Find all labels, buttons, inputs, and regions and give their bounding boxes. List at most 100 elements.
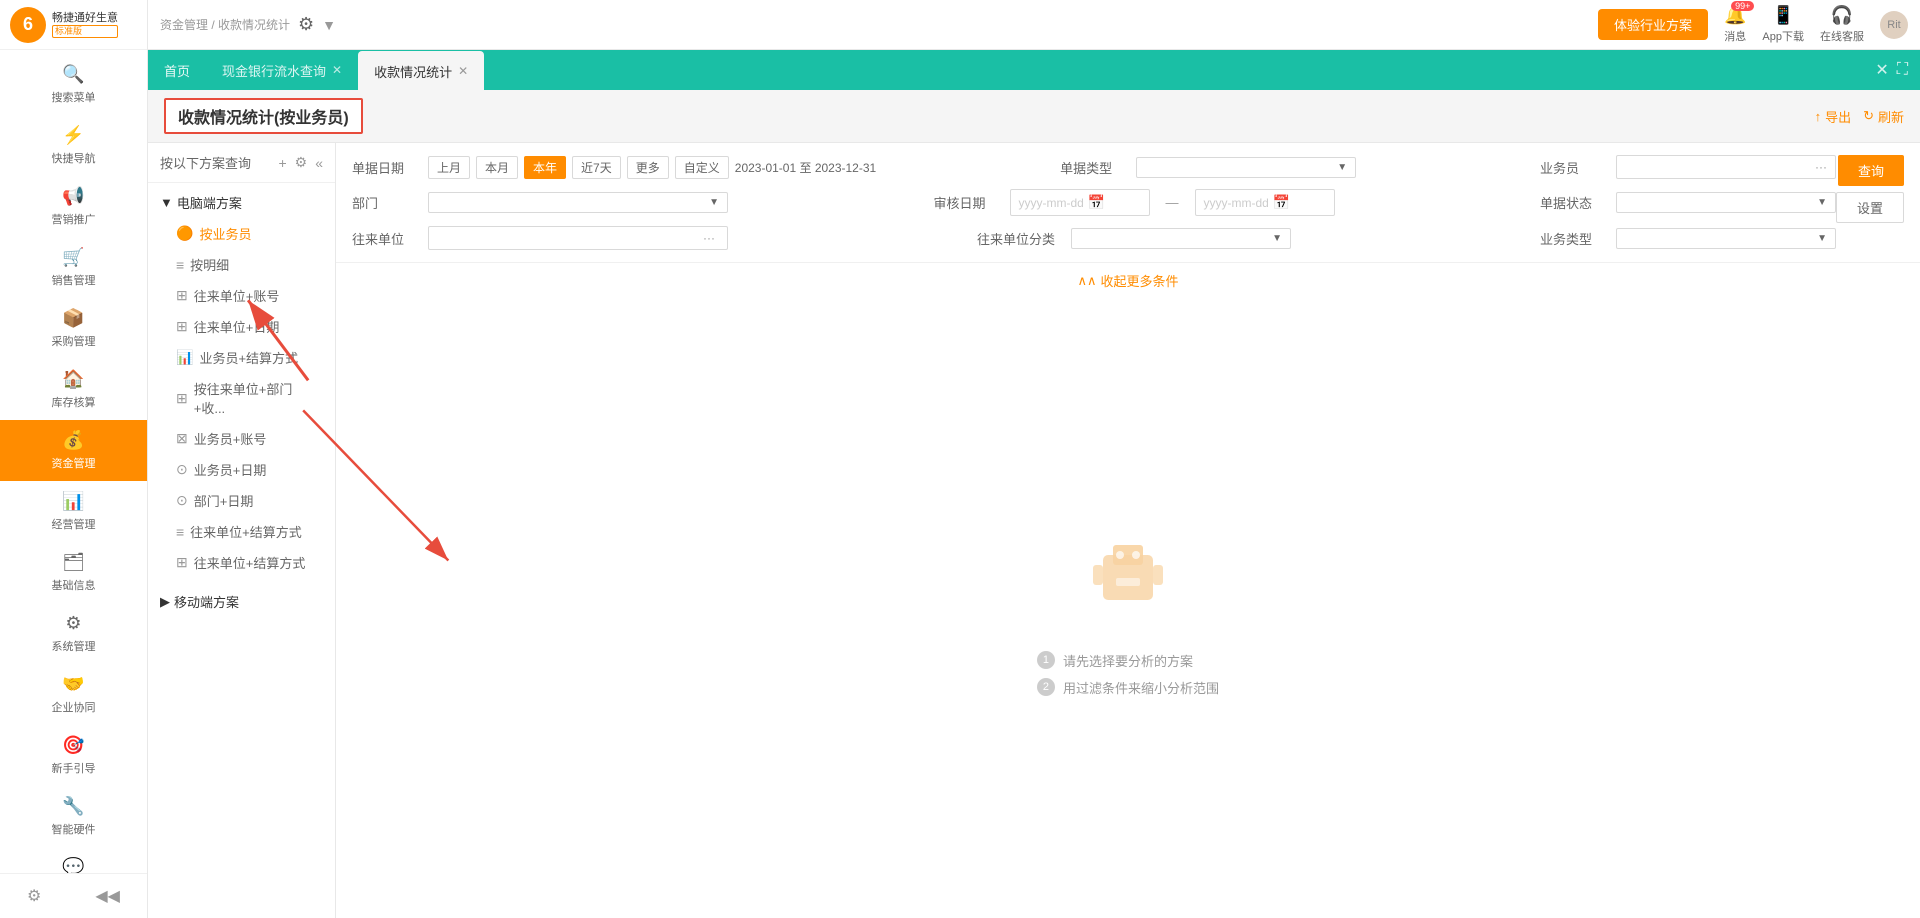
scheme-panel-actions: + ⚙ «: [278, 154, 323, 171]
app-download-btn[interactable]: 📱 App下载: [1762, 5, 1804, 44]
scheme-item-dept-date[interactable]: ⊙ 部门+日期: [148, 485, 335, 516]
user-avatar[interactable]: Rit: [1880, 11, 1908, 39]
scheme-item-salesman-settlement[interactable]: 📊 业务员+结算方式: [148, 342, 335, 373]
biz-type-select[interactable]: ▼: [1616, 228, 1836, 249]
tab-collection-close[interactable]: ✕: [458, 64, 468, 78]
doc-type-select[interactable]: ▼: [1136, 157, 1356, 178]
scheme-group-mobile-header[interactable]: ▶ 移动端方案: [148, 586, 335, 617]
sidebar-item-operations[interactable]: 📊 经营管理: [0, 481, 147, 542]
collapse-more-btn[interactable]: ∧∧ 收起更多条件: [1069, 263, 1186, 298]
scheme-item-partner-settlement2[interactable]: ⊞ 往来单位+结算方式: [148, 547, 335, 578]
sales-icon: 🛒: [62, 247, 84, 268]
scheme-panel: 按以下方案查询 + ⚙ « ▼ 电脑端方案: [148, 143, 336, 918]
salesman-select[interactable]: ···: [1616, 155, 1836, 179]
date-btn-last-month[interactable]: 上月: [428, 156, 470, 179]
partner-select[interactable]: ···: [428, 226, 728, 250]
scheme-salesman-account-icon: ⊠: [176, 430, 188, 447]
audit-to-calendar-icon[interactable]: 📅: [1273, 194, 1290, 211]
scheme-item-partner-settlement1[interactable]: ≡ 往来单位+结算方式: [148, 516, 335, 547]
collapse-chevron-icon: ∧∧: [1077, 273, 1096, 289]
empty-state-illustration: [1078, 520, 1178, 635]
scheme-item-partner-date[interactable]: ⊞ 往来单位+日期: [148, 311, 335, 342]
date-btn-this-month[interactable]: 本月: [476, 156, 518, 179]
sidebar-item-guide[interactable]: 🎯 新手引导: [0, 725, 147, 786]
scheme-item-salesman-date[interactable]: ⊙ 业务员+日期: [148, 454, 335, 485]
operations-icon: 📊: [62, 491, 84, 512]
filter-top-row: 单据日期 上月 本月 本年 近7天 更多 自定义 2023-01-01 至 20…: [352, 155, 1904, 250]
tab-bank[interactable]: 现金银行流水查询 ✕: [206, 50, 358, 90]
scheme-add-btn[interactable]: +: [278, 155, 286, 171]
scheme-salesman-date-icon: ⊙: [176, 461, 188, 478]
date-btn-this-year[interactable]: 本年: [524, 156, 566, 179]
sidebar-item-inventory[interactable]: 🏠 库存核算: [0, 359, 147, 420]
sidebar-item-sales[interactable]: 🛒 销售管理: [0, 237, 147, 298]
page-header-actions: ↑ 导出 ↻ 刷新: [1815, 107, 1904, 126]
scheme-item-by-salesman[interactable]: 🟠 按业务员: [148, 218, 335, 249]
page-title: 收款情况统计(按业务员): [178, 110, 349, 127]
tab-collection[interactable]: 收款情况统计 ✕: [358, 51, 484, 91]
partner-category-select[interactable]: ▼: [1071, 228, 1291, 249]
trial-btn[interactable]: 体验行业方案: [1598, 9, 1708, 40]
sidebar-item-marketing[interactable]: 📢 营销推广: [0, 176, 147, 237]
online-service-btn[interactable]: 🎧 在线客服: [1820, 5, 1864, 44]
scheme-settings-btn[interactable]: ⚙: [295, 154, 308, 171]
sidebar-item-quicknav[interactable]: ⚡ 快捷导航: [0, 115, 147, 176]
download-icon: 📱: [1772, 5, 1794, 26]
sidebar-settings-btn[interactable]: ⚙: [23, 882, 45, 910]
scheme-item-by-detail[interactable]: ≡ 按明细: [148, 249, 335, 280]
doc-type-chevron-icon: ▼: [1337, 162, 1347, 173]
collapse-row: ∧∧ 收起更多条件: [336, 262, 1920, 298]
audit-from-calendar-icon[interactable]: 📅: [1088, 194, 1105, 211]
scheme-collapse-btn[interactable]: «: [315, 155, 323, 171]
sidebar-item-search[interactable]: 🔍 搜索菜单: [0, 54, 147, 115]
date-btn-7days[interactable]: 近7天: [572, 156, 621, 179]
tab-home[interactable]: 首页: [148, 50, 206, 90]
audit-date-to[interactable]: yyyy-mm-dd 📅: [1195, 189, 1335, 216]
sidebar-item-system[interactable]: ⚙ 系统管理: [0, 603, 147, 664]
salesman-label: 业务员: [1540, 158, 1600, 177]
date-btn-custom[interactable]: 自定义: [675, 156, 729, 179]
audit-date-from[interactable]: yyyy-mm-dd 📅: [1010, 189, 1150, 216]
filter-row-3: 往来单位 ··· 往来单位分类 ▼: [352, 226, 1836, 250]
topbar-dropdown-btn[interactable]: ▼: [322, 17, 336, 33]
refresh-btn[interactable]: ↻ 刷新: [1863, 107, 1904, 126]
sidebar-item-basicinfo[interactable]: 🗂 基础信息: [0, 542, 147, 603]
topbar-gear-btn[interactable]: ⚙: [298, 14, 314, 35]
marketing-icon: 📢: [62, 186, 84, 207]
date-btn-more[interactable]: 更多: [627, 156, 669, 179]
sidebar-item-hardware[interactable]: 🔧 智能硬件: [0, 786, 147, 847]
tab-fullscreen-btn[interactable]: ⛶: [1897, 61, 1908, 79]
sidebar-item-finance[interactable]: 💰 资金管理: [0, 420, 147, 481]
empty-state: 1 请先选择要分析的方案 2 用过滤条件来缩小分析范围: [336, 298, 1920, 918]
partner-more-icon[interactable]: ···: [703, 231, 715, 245]
scheme-item-partner-account[interactable]: ⊞ 往来单位+账号: [148, 280, 335, 311]
dept-select[interactable]: ▼: [428, 192, 728, 213]
scheme-partner-settlement1-icon: ≡: [176, 524, 184, 540]
sidebar-collapse-btn[interactable]: ◀◀: [91, 882, 124, 910]
filter-settings-btn[interactable]: 设置: [1836, 192, 1904, 223]
split-layout: 按以下方案查询 + ⚙ « ▼ 电脑端方案: [148, 143, 1920, 918]
system-icon: ⚙: [65, 613, 81, 634]
scheme-group-desktop-header[interactable]: ▼ 电脑端方案: [148, 187, 335, 218]
query-btn[interactable]: 查询: [1838, 155, 1904, 186]
scheme-salesman-settlement-icon: 📊: [176, 349, 193, 366]
scheme-item-salesman-account[interactable]: ⊠ 业务员+账号: [148, 423, 335, 454]
doc-status-select[interactable]: ▼: [1616, 192, 1836, 213]
partner-category-chevron-icon: ▼: [1272, 233, 1282, 244]
sidebar-item-wechat[interactable]: 💬 企业微信: [0, 847, 147, 873]
export-icon: ↑: [1815, 109, 1822, 124]
tab-bar: 首页 现金银行流水查询 ✕ 收款情况统计 ✕ ✕ ⛶: [148, 50, 1920, 90]
export-btn[interactable]: ↑ 导出: [1815, 107, 1852, 126]
main-area: 资金管理 / 收款情况统计 ⚙ ▼ 体验行业方案 🔔 99+ 消息 📱 App下…: [148, 0, 1920, 918]
tab-close-all-btn[interactable]: ✕: [1875, 60, 1888, 80]
top-bar-left: 资金管理 / 收款情况统计 ⚙ ▼: [160, 14, 1590, 35]
sidebar-footer: ⚙ ◀◀: [0, 873, 147, 918]
tab-bank-close[interactable]: ✕: [332, 63, 342, 77]
sidebar-item-purchase[interactable]: 📦 采购管理: [0, 298, 147, 359]
sidebar-item-enterprise[interactable]: 🤝 企业协同: [0, 664, 147, 725]
salesman-more-icon[interactable]: ···: [1815, 160, 1827, 174]
scheme-item-partner-dept[interactable]: ⊞ 按往来单位+部门+收...: [148, 373, 335, 423]
date-range: 2023-01-01 至 2023-12-31: [735, 159, 876, 176]
msg-btn[interactable]: 🔔 99+ 消息: [1724, 5, 1746, 44]
audit-to-placeholder: yyyy-mm-dd: [1204, 196, 1269, 210]
